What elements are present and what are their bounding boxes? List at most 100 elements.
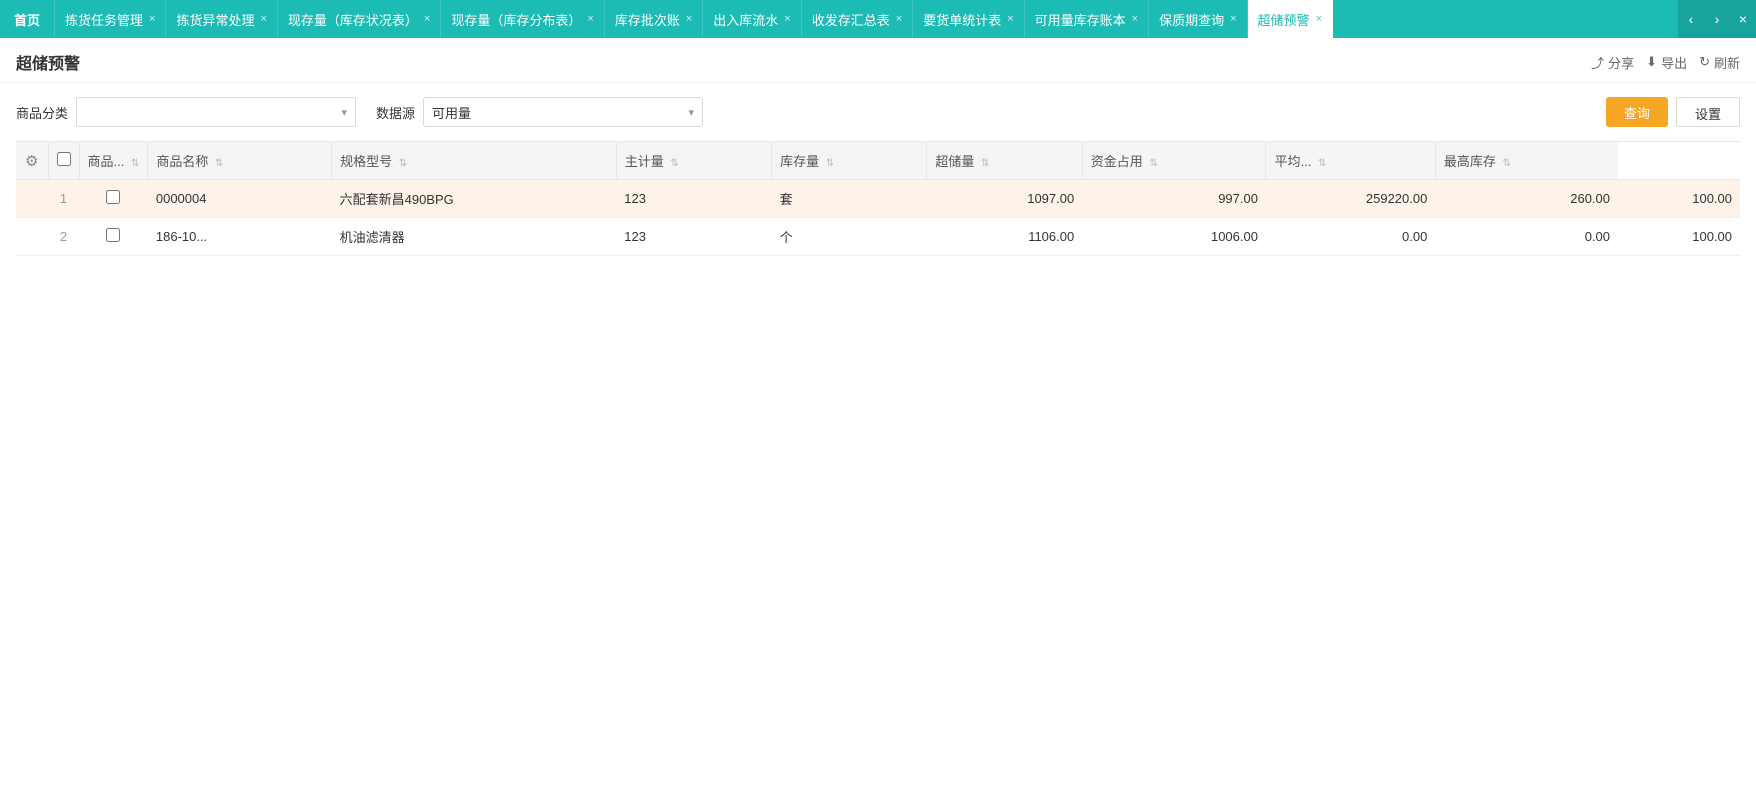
table-header-row: ⚙ 商品... ⇅ 商品名称 ⇅ 规格型号 ⇅ 主计量 [16,142,1740,180]
close-icon[interactable]: × [260,13,266,25]
row-max-stock: 100.00 [1618,180,1740,218]
nav-arrows: ‹ › × [1678,0,1756,38]
sort-icon: ⇅ [981,158,989,169]
share-button[interactable]: ⤴ 分享 [1591,53,1634,72]
nav-tab-6[interactable]: 出入库流水 × [703,0,801,38]
row-spec: 123 [616,218,771,256]
row-gear-cell [16,218,48,256]
col-over-qty[interactable]: 超储量 ⇅ [927,142,1082,180]
refresh-icon: ↻ [1699,54,1710,70]
table-row: 1 0000004 六配套新昌490BPG 123 套 1097.00 997.… [16,180,1740,218]
col-avg[interactable]: 平均... ⇅ [1266,142,1435,180]
data-table: ⚙ 商品... ⇅ 商品名称 ⇅ 规格型号 ⇅ 主计量 [16,141,1740,256]
row-product-code: 186-10... [148,218,332,256]
close-icon[interactable]: × [1007,13,1013,25]
product-category-filter: 商品分类 ▾ [16,97,356,127]
row-unit: 个 [772,218,927,256]
filter-bar: 商品分类 ▾ 数据源 可用量 ▾ 查询 设置 [0,83,1756,141]
data-source-label: 数据源 [376,103,415,122]
sort-icon: ⇅ [215,158,223,169]
col-settings: ⚙ [16,142,48,180]
header-actions: ⤴ 分享 ⬇ 导出 ↻ 刷新 [1591,53,1740,72]
sort-icon: ⇅ [1149,158,1157,169]
col-stock-qty[interactable]: 库存量 ⇅ [772,142,927,180]
product-category-select[interactable]: ▾ [76,97,356,127]
nav-tab-active[interactable]: 超储预警 × [1248,0,1333,38]
row-capital-occ: 259220.00 [1266,180,1435,218]
row-checkbox-cell[interactable] [79,180,148,218]
row-max-stock: 100.00 [1618,218,1740,256]
refresh-button[interactable]: ↻ 刷新 [1699,53,1740,72]
row-stock-qty: 1097.00 [927,180,1082,218]
nav-home[interactable]: 首页 [0,0,55,38]
table-container: ⚙ 商品... ⇅ 商品名称 ⇅ 规格型号 ⇅ 主计量 [0,141,1756,256]
col-spec[interactable]: 规格型号 ⇅ [332,142,617,180]
close-icon[interactable]: × [784,13,790,25]
row-stock-qty: 1106.00 [927,218,1082,256]
settings-button[interactable]: 设置 [1676,97,1740,127]
row-gear-cell [16,180,48,218]
col-select-all[interactable] [48,142,79,180]
export-icon: ⬇ [1646,54,1657,70]
nav-tab-2[interactable]: 拣货异常处理 × [166,0,277,38]
chevron-down-icon: ▾ [689,106,695,119]
col-product-code[interactable]: 商品... ⇅ [79,142,148,180]
select-all-checkbox[interactable] [57,152,71,166]
sort-icon: ⇅ [1502,158,1510,169]
sort-icon: ⇅ [1318,158,1326,169]
row-spec: 123 [616,180,771,218]
nav-close-button[interactable]: × [1730,0,1756,38]
nav-tab-1[interactable]: 拣货任务管理 × [55,0,166,38]
nav-next-button[interactable]: › [1704,0,1730,38]
nav-tab-10[interactable]: 保质期查询 × [1149,0,1247,38]
row-checkbox[interactable] [106,190,120,204]
nav-tab-4[interactable]: 现存量（库存分布表） × [441,0,604,38]
row-checkbox[interactable] [106,228,120,242]
filter-buttons: 查询 设置 [1606,97,1740,127]
nav-tab-5[interactable]: 库存批次账 × [605,0,703,38]
row-avg: 0.00 [1435,218,1618,256]
col-unit[interactable]: 主计量 ⇅ [616,142,771,180]
col-capital-occ[interactable]: 资金占用 ⇅ [1082,142,1266,180]
close-icon[interactable]: × [1316,13,1322,25]
close-icon[interactable]: × [587,13,593,25]
close-icon[interactable]: × [149,13,155,25]
sort-icon: ⇅ [399,158,407,169]
nav-tab-3[interactable]: 现存量（库存状况表） × [278,0,441,38]
export-button[interactable]: ⬇ 导出 [1646,53,1687,72]
table-row: 2 186-10... 机油滤清器 123 个 1106.00 1006.00 … [16,218,1740,256]
close-icon[interactable]: × [1132,13,1138,25]
row-product-code: 0000004 [148,180,332,218]
col-product-name[interactable]: 商品名称 ⇅ [148,142,332,180]
nav-tab-9[interactable]: 可用量库存账本 × [1025,0,1149,38]
top-nav-bar: 首页 拣货任务管理 × 拣货异常处理 × 现存量（库存状况表） × 现存量（库存… [0,0,1756,38]
nav-tab-7[interactable]: 收发存汇总表 × [802,0,913,38]
data-source-filter: 数据源 可用量 ▾ [376,97,703,127]
sort-icon: ⇅ [826,158,834,169]
data-source-select[interactable]: 可用量 ▾ [423,97,703,127]
row-capital-occ: 0.00 [1266,218,1435,256]
row-checkbox-cell[interactable] [79,218,148,256]
row-product-name: 六配套新昌490BPG [332,180,617,218]
sort-icon: ⇅ [131,158,139,169]
query-button[interactable]: 查询 [1606,97,1668,127]
row-product-name: 机油滤清器 [332,218,617,256]
col-max-stock[interactable]: 最高库存 ⇅ [1435,142,1618,180]
row-unit: 套 [772,180,927,218]
sort-icon: ⇅ [670,158,678,169]
product-category-label: 商品分类 [16,103,68,122]
close-icon[interactable]: × [424,13,430,25]
close-icon[interactable]: × [896,13,902,25]
share-icon: ⤴ [1591,53,1604,72]
nav-tab-8[interactable]: 要货单统计表 × [913,0,1024,38]
page-title: 超储预警 [16,50,80,74]
close-icon[interactable]: × [686,13,692,25]
chevron-down-icon: ▾ [341,106,347,119]
page-header: 超储预警 ⤴ 分享 ⬇ 导出 ↻ 刷新 [0,38,1756,83]
gear-icon[interactable]: ⚙ [25,153,38,170]
row-over-qty: 997.00 [1082,180,1266,218]
row-number: 1 [48,180,79,218]
row-number: 2 [48,218,79,256]
close-icon[interactable]: × [1230,13,1236,25]
nav-prev-button[interactable]: ‹ [1678,0,1704,38]
